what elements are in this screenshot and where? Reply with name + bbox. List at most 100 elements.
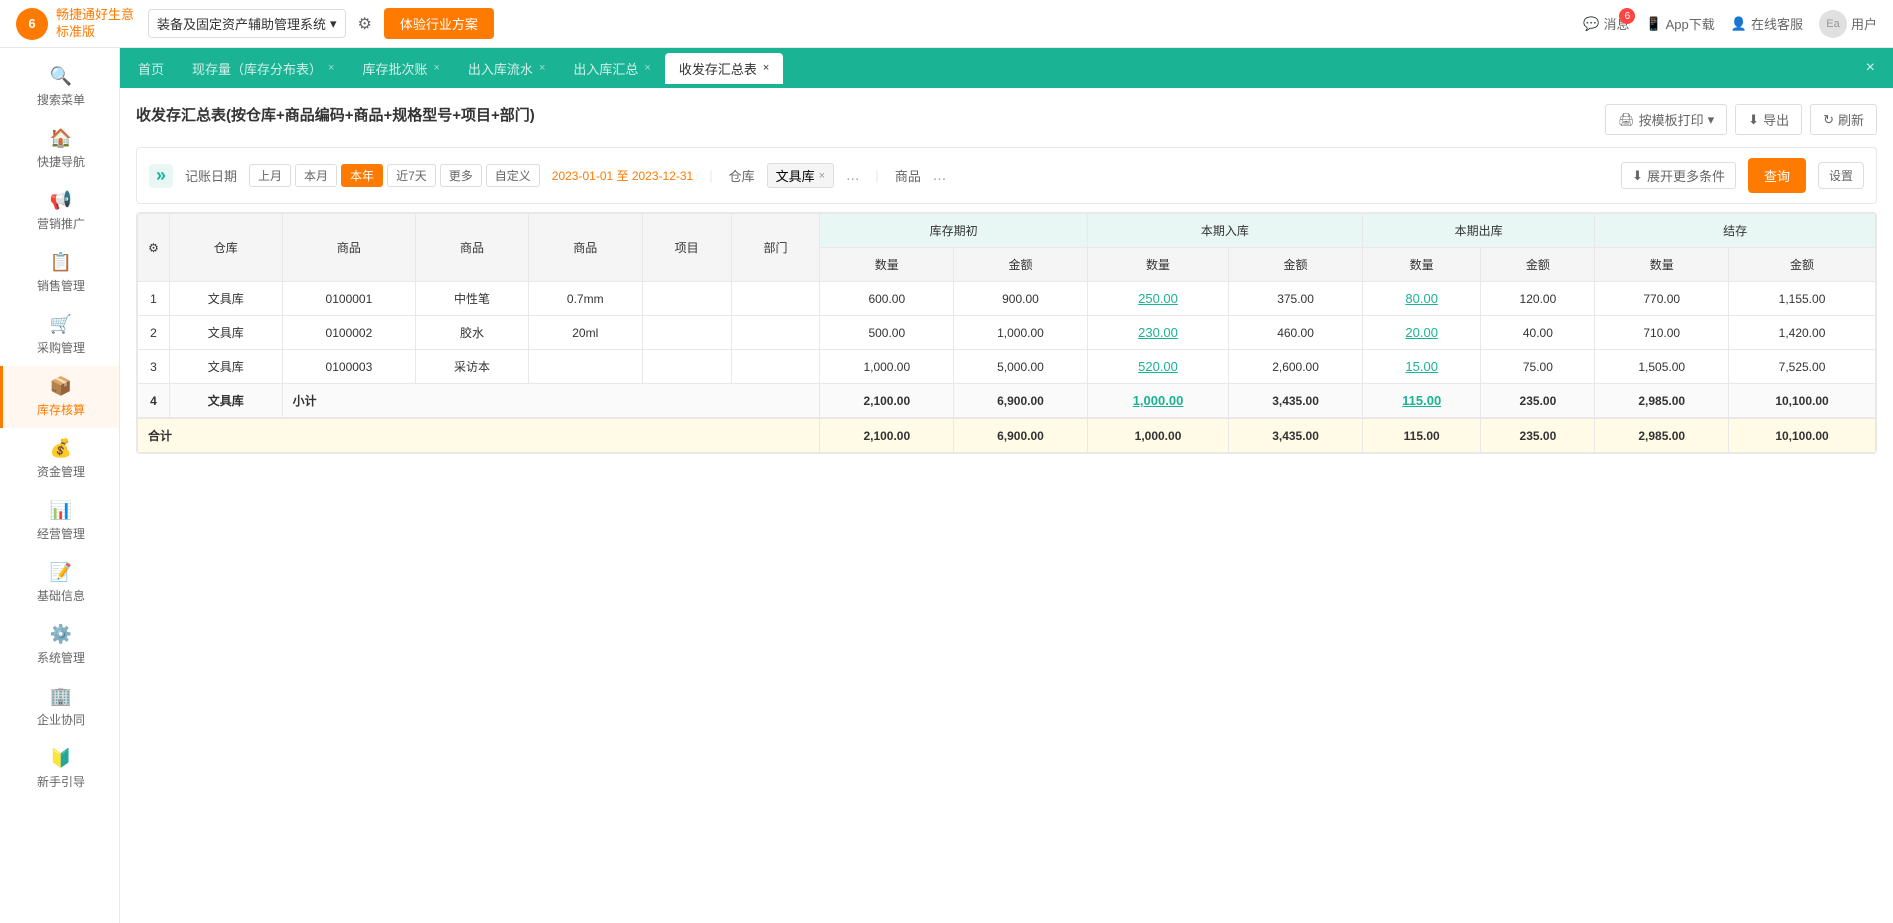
total-in-amt: 3,435.00 (1229, 418, 1363, 453)
total-row: 合计 2,100.00 6,900.00 1,000.00 3,435.00 1… (138, 418, 1876, 453)
sidebar-item-basic-info[interactable]: 📝 基础信息 (0, 552, 119, 614)
trial-button[interactable]: 体验行业方案 (384, 8, 494, 39)
query-button[interactable]: 查询 (1748, 158, 1806, 193)
tab-close-batch-account[interactable]: × (433, 62, 439, 74)
date-btn-this-month[interactable]: 本月 (295, 164, 337, 187)
row-goods-spec: 20ml (528, 316, 642, 350)
tab-home[interactable]: 首页 (124, 53, 178, 84)
enterprise-icon: 🏢 (50, 686, 72, 707)
subtotal-warehouse: 文具库 (170, 384, 283, 419)
tab-inout-summary[interactable]: 出入库汇总 × (559, 53, 664, 84)
app-download-item[interactable]: 📱 App下载 (1645, 14, 1714, 33)
row-dept (731, 316, 820, 350)
filter-toggle-btn[interactable]: » (149, 164, 173, 188)
sidebar-item-guide[interactable]: 🔰 新手引导 (0, 738, 119, 800)
tab-close-inout-flow[interactable]: × (539, 62, 545, 74)
subtotal-row: 4 文具库 小计 2,100.00 6,900.00 1,000.00 3,43… (138, 384, 1876, 419)
sidebar-item-marketing[interactable]: 📢 营销推广 (0, 180, 119, 242)
col-goods-code-header: 商品 (282, 214, 416, 282)
warehouse-tag-close[interactable]: × (819, 170, 825, 182)
sidebar-item-finance[interactable]: 💰 资金管理 (0, 428, 119, 490)
tab-inout-flow[interactable]: 出入库流水 × (454, 53, 559, 84)
refresh-icon: ↻ (1823, 112, 1834, 128)
tab-recv-summary[interactable]: 收发存汇总表 × (665, 53, 783, 84)
date-label: 记账日期 (185, 166, 237, 185)
tab-inventory-dist[interactable]: 现存量（库存分布表） × (178, 53, 348, 84)
system-selector[interactable]: 装备及固定资产辅助管理系统 ▾ (148, 9, 346, 38)
row-balance-amt: 1,155.00 (1729, 282, 1876, 316)
expand-conditions-btn[interactable]: ⬇ 展开更多条件 (1621, 162, 1736, 189)
col-dept-header: 部门 (731, 214, 820, 282)
warehouse-tag: 文具库 × (767, 163, 834, 188)
col-goods-spec-header: 商品 (528, 214, 642, 282)
subtotal-in-amt: 3,435.00 (1229, 384, 1363, 419)
message-icon: 💬 (1583, 16, 1599, 32)
table-settings-col[interactable]: ⚙ (138, 214, 170, 282)
row-project (642, 350, 731, 384)
logo-icon: 6 (16, 8, 48, 40)
sidebar-item-quick-nav[interactable]: 🏠 快捷导航 (0, 118, 119, 180)
user-item[interactable]: Ea 用户 (1819, 10, 1877, 38)
subtotal-out-amt: 235.00 (1481, 384, 1595, 419)
print-icon: 🖨 (1618, 112, 1635, 128)
settings-text-button[interactable]: 设置 (1818, 162, 1864, 189)
row-goods-code: 0100001 (282, 282, 416, 316)
sidebar-item-sales[interactable]: 📋 销售管理 (0, 242, 119, 304)
date-btn-last-month[interactable]: 上月 (249, 164, 291, 187)
subtotal-label: 小计 (282, 384, 820, 419)
date-btn-custom[interactable]: 自定义 (486, 164, 540, 187)
row-in-qty[interactable]: 230.00 (1087, 316, 1228, 350)
row-opening-qty: 600.00 (820, 282, 954, 316)
print-button[interactable]: 🖨 按模板打印 ▾ (1605, 104, 1727, 135)
sidebar-item-enterprise[interactable]: 🏢 企业协同 (0, 676, 119, 738)
sidebar-item-system[interactable]: ⚙️ 系统管理 (0, 614, 119, 676)
export-button[interactable]: ⬇ 导出 (1735, 104, 1802, 135)
total-in-qty: 1,000.00 (1087, 418, 1228, 453)
sidebar-item-operations[interactable]: 📊 经营管理 (0, 490, 119, 552)
sidebar-item-search[interactable]: 🔍 搜索菜单 (0, 56, 119, 118)
opening-amt-header: 金额 (954, 248, 1088, 282)
tab-close-recv-summary[interactable]: × (763, 62, 769, 74)
table-row: 3 文具库 0100003 采访本 1,000.00 5,000.00 520.… (138, 350, 1876, 384)
row-in-amt: 460.00 (1229, 316, 1363, 350)
goods-more[interactable]: ... (933, 167, 946, 185)
goods-label: 商品 (895, 166, 921, 185)
sidebar-item-purchase[interactable]: 🛒 采购管理 (0, 304, 119, 366)
settings-icon[interactable]: ⚙ (358, 14, 372, 34)
row-warehouse: 文具库 (170, 316, 283, 350)
subtotal-in-qty: 1,000.00 (1087, 384, 1228, 419)
online-service-item[interactable]: 👤 在线客服 (1731, 14, 1803, 33)
group-opening-header: 库存期初 (820, 214, 1087, 248)
tab-close-inventory-dist[interactable]: × (328, 62, 334, 74)
total-opening-qty: 2,100.00 (820, 418, 954, 453)
data-table-wrapper: ⚙ 仓库 商品 商品 商品 项目 部门 库存期初 本期入库 本期出库 结存 (136, 212, 1877, 454)
close-all-tabs[interactable]: × (1852, 53, 1889, 83)
message-item[interactable]: 💬 消息 6 (1583, 14, 1629, 33)
row-out-qty[interactable]: 20.00 (1362, 316, 1481, 350)
tab-close-inout-summary[interactable]: × (644, 62, 650, 74)
sidebar-item-inventory[interactable]: 📦 库存核算 (0, 366, 119, 428)
row-goods-name: 中性笔 (416, 282, 529, 316)
date-btn-this-year[interactable]: 本年 (341, 164, 383, 187)
balance-qty-header: 数量 (1595, 248, 1729, 282)
expand-icon: ⬇ (1632, 168, 1643, 184)
marketing-icon: 📢 (50, 190, 72, 211)
row-out-qty[interactable]: 80.00 (1362, 282, 1481, 316)
row-out-amt: 120.00 (1481, 282, 1595, 316)
logo-text: 畅捷通好生意 标准版 (56, 7, 134, 41)
warehouse-more[interactable]: ... (846, 167, 859, 185)
col-project-header: 项目 (642, 214, 731, 282)
row-in-qty[interactable]: 520.00 (1087, 350, 1228, 384)
col-goods-name-header: 商品 (416, 214, 529, 282)
table-row: 1 文具库 0100001 中性笔 0.7mm 600.00 900.00 25… (138, 282, 1876, 316)
date-btn-7days[interactable]: 近7天 (387, 164, 436, 187)
data-table: ⚙ 仓库 商品 商品 商品 项目 部门 库存期初 本期入库 本期出库 结存 (137, 213, 1876, 453)
date-btn-more[interactable]: 更多 (440, 164, 482, 187)
row-project (642, 282, 731, 316)
row-out-qty[interactable]: 15.00 (1362, 350, 1481, 384)
row-in-qty[interactable]: 250.00 (1087, 282, 1228, 316)
refresh-button[interactable]: ↻ 刷新 (1810, 104, 1877, 135)
purchase-icon: 🛒 (50, 314, 72, 335)
tab-batch-account[interactable]: 库存批次账 × (348, 53, 453, 84)
total-balance-amt: 10,100.00 (1729, 418, 1876, 453)
